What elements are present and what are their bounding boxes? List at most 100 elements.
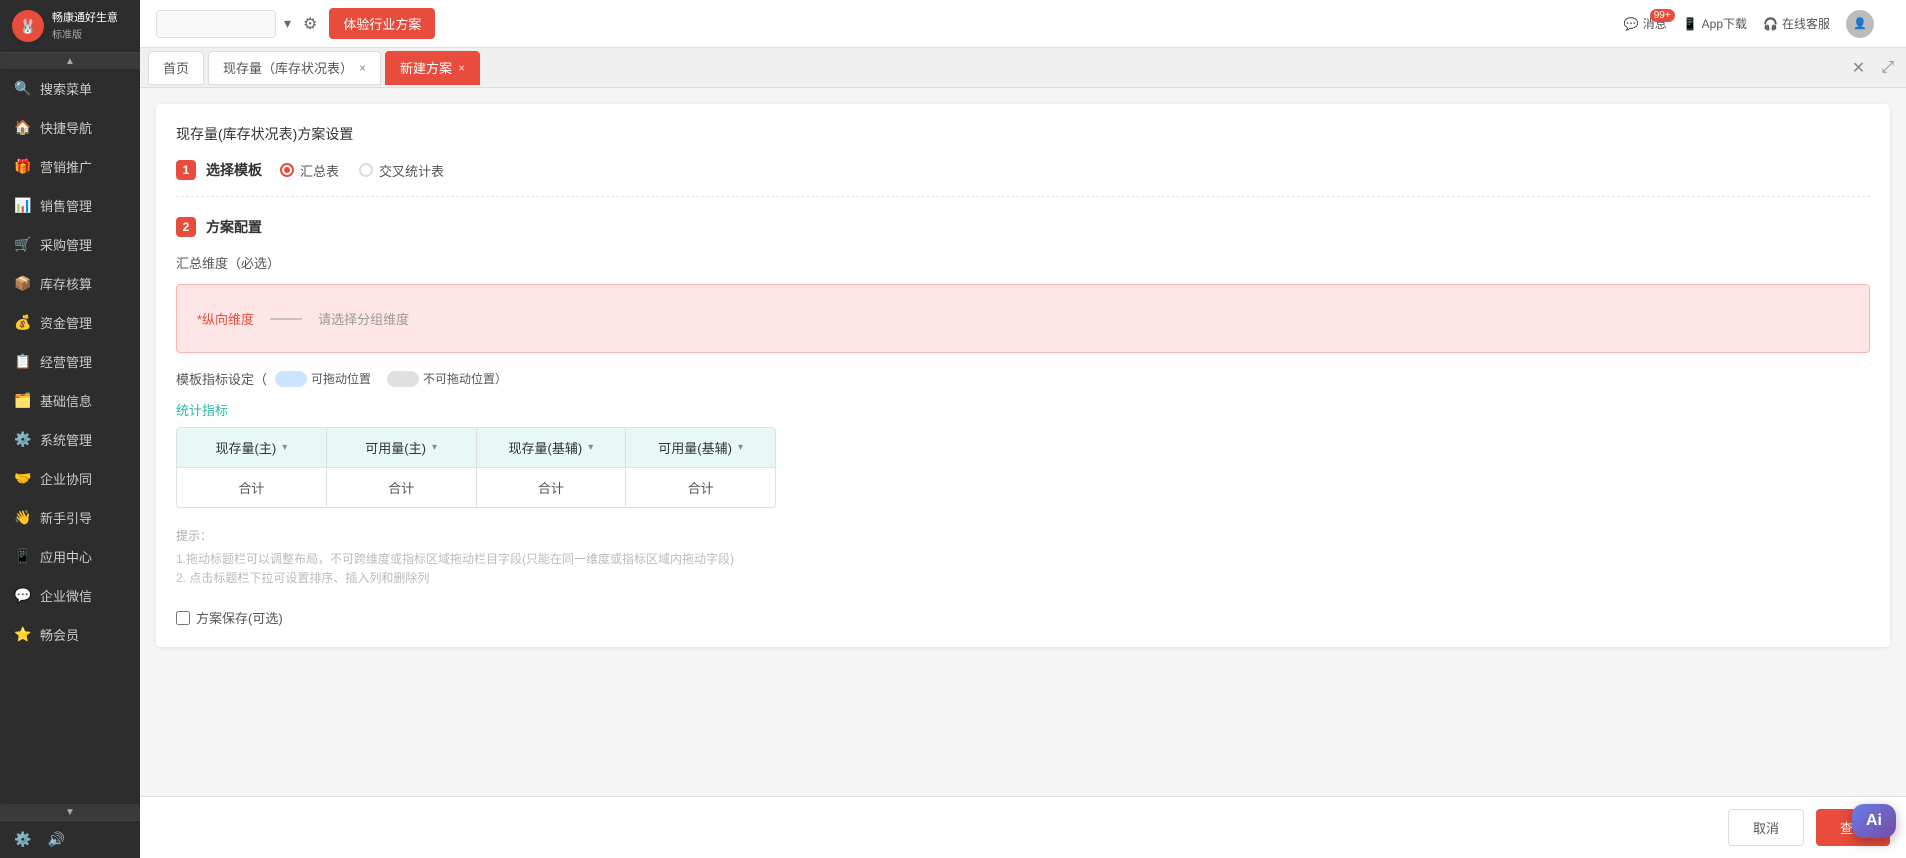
- dim-required-label: *纵向维度: [197, 309, 254, 328]
- inventory-status-tab-close[interactable]: ×: [359, 61, 366, 75]
- stats-table-body: 合计 合计 合计 合计: [177, 468, 775, 507]
- draggable-label: 可拖动位置: [311, 370, 371, 387]
- sidebar-item-system[interactable]: ⚙️ 系统管理: [0, 420, 140, 459]
- main-area: ▾ ⚙ 体验行业方案 💬 消息 99+ 📱 App下载 🎧 在线客服 👤: [140, 0, 1906, 858]
- step2-header: 2 方案配置: [176, 217, 1870, 237]
- sidebar-item-label: 畅会员: [40, 625, 79, 644]
- settings-panel: 现存量(库存状况表)方案设置 1 选择模板 汇总表 交叉统计表: [156, 104, 1890, 647]
- home-tab-label: 首页: [163, 58, 189, 77]
- tip-item-1: 2. 点击标题栏下拉可设置排序、插入列和删除列: [176, 569, 1870, 588]
- indicator-settings: 模板指标设定（ 可拖动位置 不可拖动位置） 统计指标: [176, 369, 1870, 511]
- step2-section: 2 方案配置 汇总维度（必选） *纵向维度 —— 请选择分组维度 模板指标设定（: [176, 217, 1870, 588]
- new-plan-tab-close[interactable]: ×: [458, 61, 465, 75]
- money-icon: 💰: [14, 314, 32, 332]
- app-download-btn[interactable]: 📱 App下载: [1683, 15, 1747, 32]
- radio-cross[interactable]: 交叉统计表: [359, 161, 444, 180]
- sidebar-item-purchase[interactable]: 🛒 采购管理: [0, 225, 140, 264]
- sidebar-item-cooperation[interactable]: 🤝 企业协同: [0, 459, 140, 498]
- search-menu-icon: 🔍: [14, 80, 32, 98]
- radio-summary-dot: [280, 163, 294, 177]
- message-icon: 💬: [1624, 17, 1639, 31]
- save-checkbox[interactable]: [176, 611, 190, 625]
- sidebar-item-basic-info[interactable]: 🗂️ 基础信息: [0, 381, 140, 420]
- try-industry-btn[interactable]: 体验行业方案: [329, 8, 435, 39]
- tab-new-plan[interactable]: 新建方案 ×: [385, 51, 480, 85]
- chat-icon: 💬: [14, 587, 32, 605]
- stats-header-cell-0[interactable]: 现存量(主) ▾: [177, 428, 327, 467]
- expand-panel-btn[interactable]: ⤢: [1877, 55, 1898, 81]
- radio-summary[interactable]: 汇总表: [280, 161, 339, 180]
- tabs-actions: ✕ ⤢: [1848, 54, 1898, 82]
- online-service-btn[interactable]: 🎧 在线客服: [1763, 15, 1830, 32]
- phone-icon: 📱: [14, 548, 32, 566]
- sidebar-item-label: 资金管理: [40, 313, 92, 332]
- stats-header-cell-3[interactable]: 可用量(基辅) ▾: [626, 428, 775, 467]
- tab-inventory-status[interactable]: 现存量（库存状况表） ×: [208, 51, 381, 85]
- wave-icon: 👋: [14, 509, 32, 527]
- settings-icon[interactable]: ⚙️: [14, 831, 31, 848]
- app-logo-icon: 🐰: [12, 10, 44, 42]
- sidebar-item-label: 系统管理: [40, 430, 92, 449]
- stats-header-cell-2[interactable]: 现存量(基辅) ▾: [477, 428, 627, 467]
- save-section: 方案保存(可选): [176, 608, 1870, 627]
- top-header: ▾ ⚙ 体验行业方案 💬 消息 99+ 📱 App下载 🎧 在线客服 👤: [140, 0, 1906, 48]
- gift-icon: 🎁: [14, 158, 32, 176]
- app-version: 标准版: [52, 26, 118, 41]
- chevron-down-icon-2: ▾: [588, 442, 593, 453]
- sidebar-item-operation[interactable]: 📋 经营管理: [0, 342, 140, 381]
- stats-header-label-3: 可用量(基辅): [658, 438, 732, 457]
- avatar[interactable]: 👤: [1846, 10, 1874, 38]
- box-icon: 📦: [14, 275, 32, 293]
- page-title: 现存量(库存状况表)方案设置: [176, 124, 1870, 144]
- sidebar-logo: 🐰 畅康通好生意 标准版: [0, 0, 140, 53]
- sidebar-item-finance[interactable]: 💰 资金管理: [0, 303, 140, 342]
- cart-icon: 🛒: [14, 236, 32, 254]
- tab-home[interactable]: 首页: [148, 51, 204, 85]
- sidebar-item-sales[interactable]: 📊 销售管理: [0, 186, 140, 225]
- gear-icon: ⚙️: [14, 431, 32, 449]
- stats-header-label-2: 现存量(基辅): [509, 438, 583, 457]
- clipboard-icon: 📋: [14, 353, 32, 371]
- sidebar-item-label: 采购管理: [40, 235, 92, 254]
- messages-btn[interactable]: 💬 消息 99+: [1624, 15, 1667, 32]
- header-gear-btn[interactable]: ⚙: [299, 10, 321, 38]
- sidebar-item-newbie[interactable]: 👋 新手引导: [0, 498, 140, 537]
- sidebar-item-inventory[interactable]: 📦 库存核算: [0, 264, 140, 303]
- sidebar-item-member[interactable]: ⭐ 畅会员: [0, 615, 140, 654]
- sidebar-bottom: ⚙️ 🔊: [0, 820, 140, 858]
- tips-title: 提示：: [176, 527, 1870, 544]
- sidebar-item-label: 应用中心: [40, 547, 92, 566]
- stats-header-label-1: 可用量(主): [365, 438, 426, 457]
- sidebar-item-label: 经营管理: [40, 352, 92, 371]
- bottom-actions: 取消 查询: [140, 796, 1906, 858]
- step1-header: 1 选择模板 汇总表 交叉统计表: [176, 160, 1870, 180]
- sidebar-item-wechat[interactable]: 💬 企业微信: [0, 576, 140, 615]
- ai-float-button[interactable]: Ai: [1852, 804, 1896, 838]
- stats-cell-0: 合计: [177, 468, 327, 507]
- sidebar-item-label: 企业微信: [40, 586, 92, 605]
- sidebar-item-search-menu[interactable]: 🔍 搜索菜单: [0, 69, 140, 108]
- non-draggable-toggle[interactable]: 不可拖动位置）: [387, 370, 507, 387]
- search-dropdown-btn[interactable]: ▾: [284, 15, 291, 32]
- handshake-icon: 🤝: [14, 470, 32, 488]
- sidebar-item-marketing[interactable]: 🎁 营销推广: [0, 147, 140, 186]
- search-input[interactable]: [156, 10, 276, 38]
- stats-header-cell-1[interactable]: 可用量(主) ▾: [327, 428, 477, 467]
- non-draggable-label: 不可拖动位置）: [423, 370, 507, 387]
- close-panel-btn[interactable]: ✕: [1848, 54, 1869, 82]
- indicator-label-text: 模板指标设定（: [176, 369, 267, 388]
- dim-arrow: ——: [270, 310, 302, 328]
- step2-title: 方案配置: [206, 217, 262, 237]
- draggable-toggle[interactable]: 可拖动位置: [275, 370, 371, 387]
- sidebar-scroll-up[interactable]: ▲: [0, 53, 140, 69]
- sidebar-scroll-down[interactable]: ▼: [0, 804, 140, 820]
- chevron-down-icon-3: ▾: [738, 442, 743, 453]
- sidebar-item-app-center[interactable]: 📱 应用中心: [0, 537, 140, 576]
- sound-icon[interactable]: 🔊: [47, 831, 64, 848]
- sidebar-item-quick-nav[interactable]: 🏠 快捷导航: [0, 108, 140, 147]
- indicator-settings-label: 模板指标设定（ 可拖动位置 不可拖动位置）: [176, 369, 1870, 388]
- cancel-button[interactable]: 取消: [1728, 809, 1804, 846]
- step2-badge: 2: [176, 217, 196, 237]
- stats-section-label: 统计指标: [176, 400, 1870, 419]
- dim-box[interactable]: *纵向维度 —— 请选择分组维度: [176, 284, 1870, 353]
